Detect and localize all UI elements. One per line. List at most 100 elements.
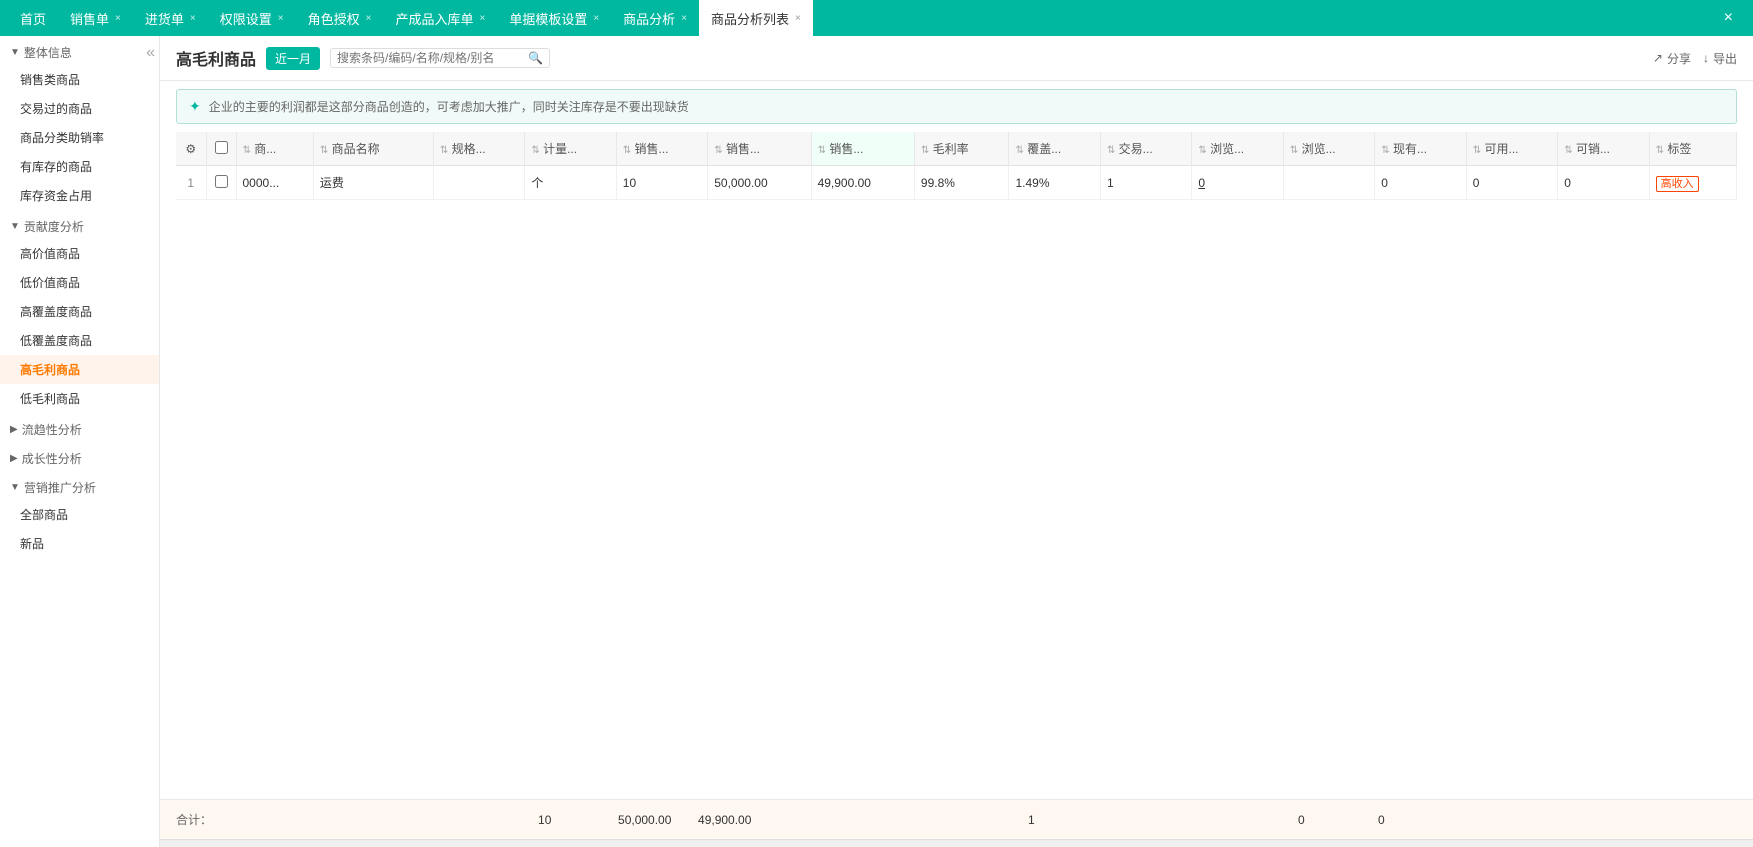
cell-checkbox[interactable] bbox=[206, 166, 236, 200]
cell-coverage: 1.49% bbox=[1009, 166, 1100, 200]
sidebar-item-low-value[interactable]: 低价值商品 bbox=[0, 268, 159, 297]
sidebar-group-overview[interactable]: ▼ 整体信息 bbox=[0, 36, 159, 65]
cell-browse1[interactable]: 0 bbox=[1192, 166, 1283, 200]
close-roles[interactable]: × bbox=[366, 13, 372, 24]
col-gross-margin[interactable]: ⇅ 毛利率 bbox=[914, 132, 1009, 166]
nav-permissions[interactable]: 权限设置 × bbox=[208, 0, 296, 36]
sidebar-group-marketing[interactable]: ▼ 营销推广分析 bbox=[0, 471, 159, 500]
sidebar-item-low-coverage[interactable]: 低覆盖度商品 bbox=[0, 326, 159, 355]
sidebar-group-contribution[interactable]: ▼ 贡献度分析 bbox=[0, 210, 159, 239]
search-box: 🔍 bbox=[330, 48, 550, 68]
col-settings[interactable]: ⚙ bbox=[176, 132, 206, 166]
cell-code: 0000... bbox=[236, 166, 313, 200]
sort-icon-gross: ⇅ bbox=[921, 145, 929, 156]
sidebar-item-high-coverage[interactable]: 高覆盖度商品 bbox=[0, 297, 159, 326]
nav-product-analysis-list[interactable]: 商品分析列表 × bbox=[699, 0, 813, 36]
close-template[interactable]: × bbox=[593, 13, 599, 24]
table-row: 1 0000... 运费 个 10 50,000.00 49,900.00 99… bbox=[176, 166, 1737, 200]
col-spec[interactable]: ⇅ 规格... bbox=[433, 132, 524, 166]
sort-icon-saleable: ⇅ bbox=[1564, 145, 1572, 156]
search-icon[interactable]: 🔍 bbox=[528, 51, 543, 65]
settings-icon: ⚙ bbox=[185, 142, 196, 156]
sort-icon-tag: ⇅ bbox=[1656, 145, 1664, 156]
footer-sales-amount: 50,000.00 bbox=[612, 813, 682, 827]
horizontal-scrollbar[interactable] bbox=[160, 839, 1753, 847]
col-checkbox[interactable] bbox=[206, 132, 236, 166]
sidebar-group-growth[interactable]: ▶ 成长性分析 bbox=[0, 442, 159, 471]
nav-roles[interactable]: 角色授权 × bbox=[296, 0, 384, 36]
filter-recent-month-button[interactable]: 近一月 bbox=[266, 47, 320, 70]
sidebar-item-sales-goods[interactable]: 销售类商品 bbox=[0, 65, 159, 94]
col-code[interactable]: ⇅ 商... bbox=[236, 132, 313, 166]
col-trade[interactable]: ⇅ 交易... bbox=[1100, 132, 1191, 166]
sidebar-item-stock-capital[interactable]: 库存资金占用 bbox=[0, 181, 159, 210]
content-area: 高毛利商品 近一月 🔍 ↗ 分享 ↓ 导出 ✦ 企业的主要的利润都是这部分商品创… bbox=[160, 36, 1753, 847]
close-sales-order[interactable]: × bbox=[115, 13, 121, 24]
sidebar-collapse-button[interactable]: « bbox=[146, 44, 155, 62]
cell-sales-cost: 49,900.00 bbox=[811, 166, 914, 200]
nav-home[interactable]: 首页 bbox=[8, 0, 58, 36]
col-available[interactable]: ⇅ 可用... bbox=[1466, 132, 1557, 166]
sidebar-item-high-margin[interactable]: 高毛利商品 bbox=[0, 355, 159, 384]
close-product-analysis-list[interactable]: × bbox=[795, 13, 801, 24]
sort-icon-spec: ⇅ bbox=[440, 145, 448, 156]
col-tag[interactable]: ⇅ 标签 bbox=[1649, 132, 1736, 166]
sort-icon-browse1: ⇅ bbox=[1198, 145, 1206, 156]
cell-unit: 个 bbox=[525, 166, 616, 200]
browse1-link[interactable]: 0 bbox=[1198, 176, 1205, 190]
cell-sales-amount: 50,000.00 bbox=[708, 166, 811, 200]
arrow-contribution: ▼ bbox=[10, 221, 20, 232]
close-product-analysis[interactable]: × bbox=[681, 13, 687, 24]
col-saleable[interactable]: ⇅ 可销... bbox=[1558, 132, 1649, 166]
nav-sales-order[interactable]: 销售单 × bbox=[58, 0, 133, 36]
footer-label: 合计： bbox=[176, 811, 212, 828]
info-banner: ✦ 企业的主要的利润都是这部分商品创造的，可考虑加大推广，同时关注库存是不要出现… bbox=[176, 89, 1737, 124]
nav-purchase[interactable]: 进货单 × bbox=[133, 0, 208, 36]
row-checkbox[interactable] bbox=[215, 175, 228, 188]
info-icon: ✦ bbox=[189, 98, 201, 115]
sidebar-item-traded-goods[interactable]: 交易过的商品 bbox=[0, 94, 159, 123]
arrow-trend: ▶ bbox=[10, 424, 18, 435]
cell-spec bbox=[433, 166, 524, 200]
col-browse1[interactable]: ⇅ 浏览... bbox=[1192, 132, 1283, 166]
nav-product-inbound[interactable]: 产成品入库单 × bbox=[383, 0, 497, 36]
cell-tag: 高收入 bbox=[1649, 166, 1736, 200]
close-permissions[interactable]: × bbox=[278, 13, 284, 24]
col-sales-cost[interactable]: ⇅ 销售... bbox=[811, 132, 914, 166]
window-close-button[interactable]: × bbox=[1712, 9, 1745, 27]
cell-current: 0 bbox=[1375, 166, 1466, 200]
col-coverage[interactable]: ⇅ 覆盖... bbox=[1009, 132, 1100, 166]
sidebar-item-new-goods[interactable]: 新品 bbox=[0, 529, 159, 558]
col-sales-amount[interactable]: ⇅ 销售... bbox=[708, 132, 811, 166]
share-button[interactable]: ↗ 分享 bbox=[1653, 50, 1691, 67]
sidebar-group-trend[interactable]: ▶ 流趋性分析 bbox=[0, 413, 159, 442]
data-table: ⚙ ⇅ 商... ⇅ 商品名称 bbox=[176, 132, 1737, 200]
export-button[interactable]: ↓ 导出 bbox=[1703, 50, 1737, 67]
search-input[interactable] bbox=[337, 51, 528, 65]
col-name[interactable]: ⇅ 商品名称 bbox=[313, 132, 433, 166]
sort-icon-sales-qty: ⇅ bbox=[623, 145, 631, 156]
table-footer: 合计： 10 50,000.00 49,900.00 1 0 0 bbox=[160, 799, 1753, 839]
arrow-marketing: ▼ bbox=[10, 482, 20, 493]
col-sales-qty[interactable]: ⇅ 销售... bbox=[616, 132, 707, 166]
sidebar-item-high-value[interactable]: 高价值商品 bbox=[0, 239, 159, 268]
cell-trade: 1 bbox=[1100, 166, 1191, 200]
sidebar-item-category-assist[interactable]: 商品分类助销率 bbox=[0, 123, 159, 152]
close-product-inbound[interactable]: × bbox=[479, 13, 485, 24]
sidebar-item-low-margin[interactable]: 低毛利商品 bbox=[0, 384, 159, 413]
top-nav: 首页 销售单 × 进货单 × 权限设置 × 角色授权 × 产成品入库单 × 单据… bbox=[0, 0, 1753, 36]
close-purchase[interactable]: × bbox=[190, 13, 196, 24]
col-current[interactable]: ⇅ 现有... bbox=[1375, 132, 1466, 166]
cell-num: 1 bbox=[176, 166, 206, 200]
select-all-checkbox[interactable] bbox=[215, 141, 228, 154]
info-text: 企业的主要的利润都是这部分商品创造的，可考虑加大推广，同时关注库存是不要出现缺货 bbox=[209, 98, 689, 115]
col-browse2[interactable]: ⇅ 浏览... bbox=[1283, 132, 1374, 166]
sidebar-item-stocked-goods[interactable]: 有库存的商品 bbox=[0, 152, 159, 181]
nav-product-analysis[interactable]: 商品分析 × bbox=[611, 0, 699, 36]
nav-template[interactable]: 单据模板设置 × bbox=[497, 0, 611, 36]
col-unit[interactable]: ⇅ 计量... bbox=[525, 132, 616, 166]
sidebar-item-all-goods[interactable]: 全部商品 bbox=[0, 500, 159, 529]
cell-saleable: 0 bbox=[1558, 166, 1649, 200]
sort-icon-sales-cost: ⇅ bbox=[818, 145, 826, 156]
cell-browse2 bbox=[1283, 166, 1374, 200]
